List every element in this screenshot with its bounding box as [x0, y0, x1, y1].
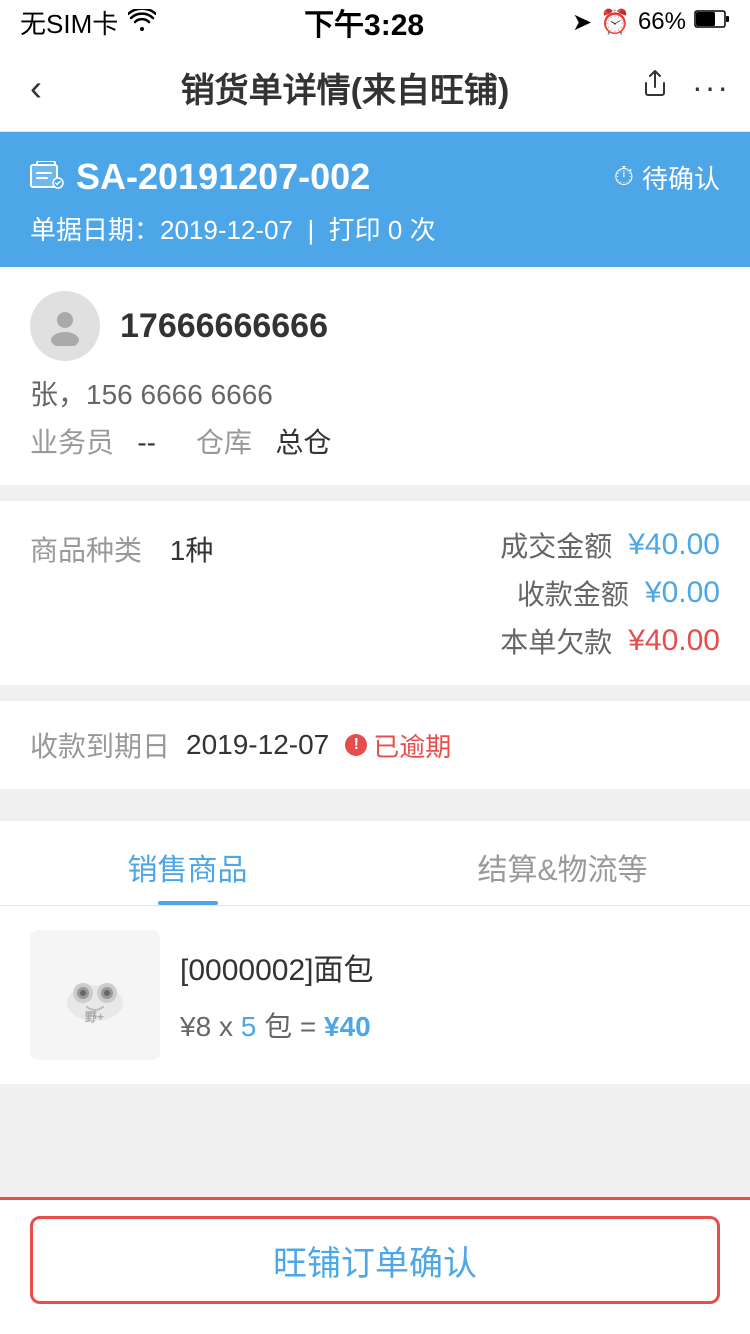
- product-type-label: 商品种类: [30, 529, 142, 569]
- share-icon[interactable]: [638, 66, 672, 109]
- product-item: 野+ [0000002]面包 ¥8 x 5 包 = ¥40: [0, 906, 750, 1084]
- product-total: ¥40: [324, 1011, 371, 1042]
- product-thumbnail: 野+: [30, 930, 160, 1060]
- customer-phone: 17666666666: [120, 307, 328, 346]
- collected-amount-label: 收款金额: [517, 573, 629, 613]
- nav-actions: ···: [638, 66, 730, 109]
- customer-section: 17666666666 张，156 6666 6666 业务员 -- 仓库 总仓: [0, 267, 750, 485]
- overdue-text: 已逾期: [373, 727, 451, 764]
- page-title: 销货单详情(来自旺铺): [181, 63, 510, 112]
- tab-settlement-logistics[interactable]: 结算&物流等: [375, 821, 750, 905]
- order-number: SA-20191207-002: [30, 156, 370, 198]
- warehouse-label: 仓库: [196, 427, 252, 458]
- equals-symbol: =: [300, 1011, 324, 1042]
- due-date-value: 2019-12-07: [186, 729, 329, 761]
- tabs-row: 销售商品 结算&物流等: [0, 821, 750, 906]
- order-date: 单据日期：2019-12-07 | 打印 0 次: [30, 210, 720, 247]
- due-date-label: 收款到期日: [30, 725, 170, 765]
- avatar: [30, 291, 100, 361]
- order-status-text: 待确认: [642, 159, 720, 196]
- order-number-text: SA-20191207-002: [76, 156, 370, 198]
- tab-sales-products[interactable]: 销售商品: [0, 821, 375, 905]
- back-button[interactable]: ‹: [20, 57, 52, 119]
- wifi-icon: [128, 7, 156, 38]
- sales-rep-value: --: [137, 427, 156, 458]
- multiply-symbol: x: [219, 1011, 241, 1042]
- warehouse-value: 总仓: [275, 427, 331, 458]
- product-info: [0000002]面包 ¥8 x 5 包 = ¥40: [180, 945, 720, 1045]
- warehouse-field: 仓库 总仓: [196, 421, 331, 461]
- confirm-order-button[interactable]: 旺铺订单确认: [30, 1216, 720, 1304]
- customer-meta: 业务员 -- 仓库 总仓: [30, 421, 720, 461]
- transaction-amount-value: ¥40.00: [628, 528, 720, 562]
- location-icon: ➤: [572, 8, 592, 37]
- order-status: ⏱ 待确认: [614, 159, 720, 196]
- product-quantity: 5: [241, 1011, 257, 1042]
- due-date-section: 收款到期日 2019-12-07 ! 已逾期: [0, 701, 750, 789]
- status-time: 下午3:28: [304, 0, 424, 44]
- collected-amount-value: ¥0.00: [645, 576, 720, 610]
- balance-label: 本单欠款: [500, 621, 612, 661]
- order-header-card: SA-20191207-002 ⏱ 待确认 单据日期：2019-12-07 | …: [0, 132, 750, 267]
- confirm-button-wrapper: 旺铺订单确认: [0, 1197, 750, 1334]
- battery-icon: [694, 8, 730, 36]
- transaction-amount-label: 成交金额: [500, 525, 612, 565]
- battery-percent: 66%: [638, 8, 686, 36]
- overdue-badge: ! 已逾期: [345, 727, 451, 764]
- status-left: 无SIM卡: [20, 4, 156, 41]
- sim-status: 无SIM卡: [20, 4, 118, 41]
- section-divider: [0, 805, 750, 821]
- summary-section: 商品种类 1种 成交金额 ¥40.00 收款金额 ¥0.00 本单欠款 ¥40.…: [0, 501, 750, 685]
- status-right: ➤ ⏰ 66%: [572, 8, 730, 37]
- sales-rep-label: 业务员: [30, 427, 114, 458]
- product-name: [0000002]面包: [180, 945, 720, 989]
- product-unit: 包: [264, 1011, 292, 1042]
- collected-amount-row: 收款金额 ¥0.00: [517, 573, 720, 613]
- alarm-icon: ⏰: [600, 8, 630, 37]
- amounts-section: 成交金额 ¥40.00 收款金额 ¥0.00 本单欠款 ¥40.00: [500, 525, 720, 661]
- product-unit-price: ¥8: [180, 1011, 211, 1042]
- overdue-exclamation: !: [345, 734, 367, 756]
- product-type-value: 1种: [170, 529, 214, 569]
- more-icon[interactable]: ···: [692, 69, 730, 106]
- customer-name-detail: 张，156 6666 6666: [30, 373, 720, 413]
- customer-info: 17666666666: [120, 307, 328, 346]
- clock-icon: ⏱: [614, 161, 634, 193]
- balance-row: 本单欠款 ¥40.00: [500, 621, 720, 661]
- product-type-field: 商品种类 1种: [30, 525, 213, 569]
- product-price: ¥8 x 5 包 = ¥40: [180, 1005, 720, 1045]
- order-icon: [30, 156, 64, 198]
- svg-text:野+: 野+: [85, 1010, 104, 1024]
- transaction-amount-row: 成交金额 ¥40.00: [500, 525, 720, 565]
- tabs-section: 销售商品 结算&物流等: [0, 821, 750, 906]
- sales-rep-field: 业务员 --: [30, 421, 156, 461]
- nav-bar: ‹ 销货单详情(来自旺铺) ···: [0, 44, 750, 132]
- status-bar: 无SIM卡 下午3:28 ➤ ⏰ 66%: [0, 0, 750, 44]
- balance-value: ¥40.00: [628, 624, 720, 658]
